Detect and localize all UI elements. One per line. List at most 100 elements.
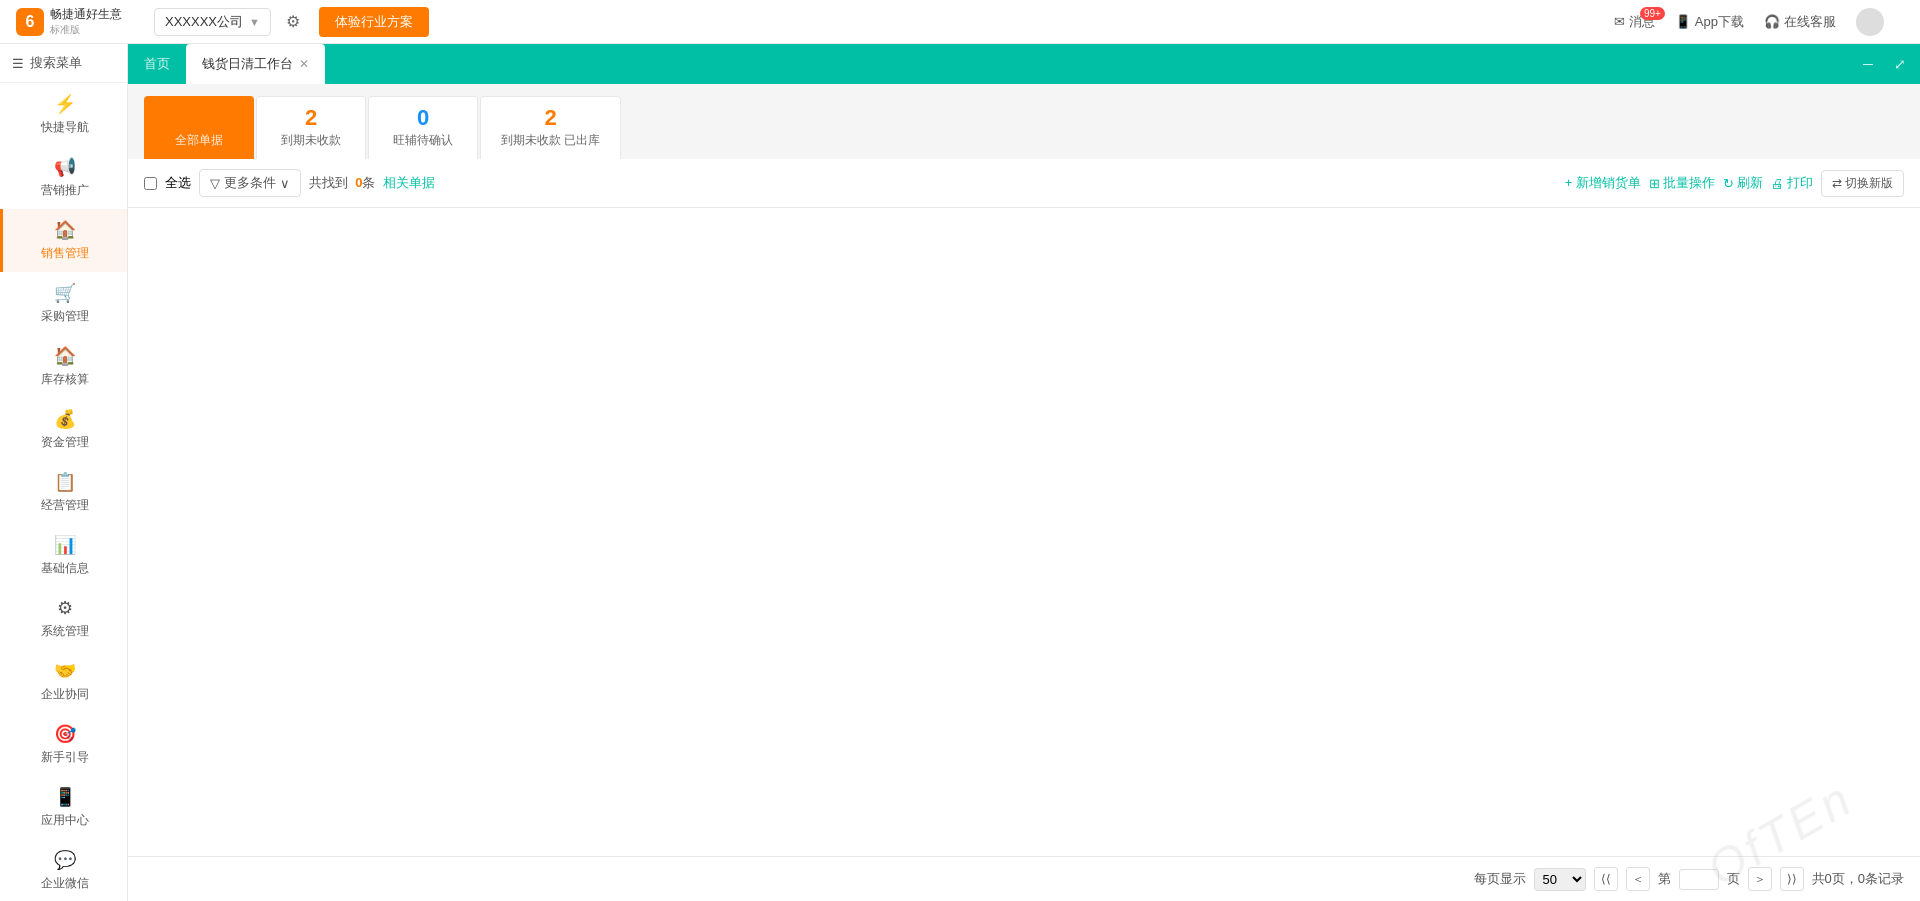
- page-size-select[interactable]: 20 50 100 200: [1534, 868, 1586, 891]
- sidebar-item-system[interactable]: ⚙ 系统管理: [0, 587, 127, 650]
- stat-overdue-out-label: 到期未收款 已出库: [501, 132, 600, 149]
- table-area: [128, 208, 1920, 856]
- sidebar-item-quick-nav[interactable]: ⚡ 快捷导航: [0, 83, 127, 146]
- sidebar-item-capital[interactable]: 💰 资金管理: [0, 398, 127, 461]
- marketing-icon: 📢: [54, 156, 76, 178]
- logo-area: 6 畅捷通好生意 标准版: [16, 7, 144, 36]
- stat-all-num: 2: [193, 107, 205, 129]
- tab-bar-actions: ─ ⤢: [1856, 52, 1920, 76]
- filter-icon: ▽: [210, 176, 220, 191]
- wechat-icon: 💬: [54, 849, 76, 871]
- select-all-checkbox[interactable]: [144, 177, 157, 190]
- found-prefix: 共找到: [309, 175, 348, 190]
- system-label: 系统管理: [41, 623, 89, 640]
- filter-arrow: ∨: [280, 176, 290, 191]
- sidebar-item-guide[interactable]: 🎯 新手引导: [0, 713, 127, 776]
- app-download-btn[interactable]: 📱 App下载: [1675, 13, 1744, 31]
- switch-version-button[interactable]: ⇄ 切换新版: [1821, 170, 1904, 197]
- company-selector[interactable]: XXXXXX公司 ▼: [154, 8, 271, 36]
- toolbar-left: 全选 ▽ 更多条件 ∨ 共找到 0条 相关单据: [144, 169, 1557, 197]
- page-label-end: 页: [1727, 870, 1740, 888]
- operations-icon: 📋: [54, 471, 76, 493]
- search-label: 搜索菜单: [30, 54, 82, 72]
- quick-nav-icon: ⚡: [54, 93, 76, 115]
- add-sales-order-button[interactable]: + 新增销货单: [1565, 174, 1641, 192]
- logo-icon: 6: [16, 8, 44, 36]
- first-page-btn[interactable]: ⟨⟨: [1594, 867, 1618, 891]
- settings-icon[interactable]: ⚙: [279, 8, 307, 36]
- stat-tab-pending[interactable]: 0 旺辅待确认: [368, 96, 478, 159]
- messages-btn[interactable]: ✉ 消息 99+: [1614, 13, 1655, 31]
- stat-pending-label: 旺辅待确认: [393, 132, 453, 149]
- print-icon: 🖨: [1771, 176, 1784, 191]
- inventory-label: 库存核算: [41, 371, 89, 388]
- sidebar-item-base-info[interactable]: 📊 基础信息: [0, 524, 127, 587]
- online-service-btn[interactable]: 🎧 在线客服: [1764, 13, 1836, 31]
- company-name: XXXXXX公司: [165, 13, 243, 31]
- sidebar-item-operations[interactable]: 📋 经营管理: [0, 461, 127, 524]
- last-page-btn[interactable]: ⟩⟩: [1780, 867, 1804, 891]
- pagination: 每页显示 20 50 100 200 ⟨⟨ ＜ 第 1 页 ＞ ⟩⟩ 共0页，0…: [128, 856, 1920, 901]
- tab-home[interactable]: 首页: [128, 44, 186, 84]
- system-icon: ⚙: [57, 597, 73, 619]
- quick-nav-label: 快捷导航: [41, 119, 89, 136]
- sales-label: 销售管理: [41, 245, 89, 262]
- online-service-icon: 🎧: [1764, 14, 1780, 29]
- inventory-icon: 🏠: [54, 345, 76, 367]
- tab-maximize-btn[interactable]: ⤢: [1888, 52, 1912, 76]
- sidebar-item-purchase[interactable]: 🛒 采购管理: [0, 272, 127, 335]
- main-content: 2 全部单据 2 到期未收款 0 旺辅待确认 2 到期未收款 已出库 全选: [128, 84, 1920, 901]
- found-unit: 条: [362, 175, 375, 190]
- prev-page-btn[interactable]: ＜: [1626, 867, 1650, 891]
- sales-icon: 🏠: [54, 219, 76, 241]
- trial-button[interactable]: 体验行业方案: [319, 7, 429, 37]
- sidebar-item-inventory[interactable]: 🏠 库存核算: [0, 335, 127, 398]
- top-header: 6 畅捷通好生意 标准版 XXXXXX公司 ▼ ⚙ 体验行业方案 ✉ 消息 99…: [0, 0, 1920, 44]
- stat-tab-all[interactable]: 2 全部单据: [144, 96, 254, 159]
- refresh-button[interactable]: ↻ 刷新: [1723, 174, 1763, 192]
- page-number-input[interactable]: 1: [1679, 869, 1719, 890]
- sidebar-search[interactable]: ☰ 搜索菜单: [0, 44, 127, 83]
- stat-overdue-num: 2: [305, 107, 317, 129]
- app-download-icon: 📱: [1675, 14, 1691, 29]
- sidebar-item-sales[interactable]: 🏠 销售管理: [0, 209, 127, 272]
- select-all-label: 全选: [165, 174, 191, 192]
- switch-icon: ⇄: [1832, 176, 1842, 190]
- logo-text: 畅捷通好生意 标准版: [50, 7, 122, 36]
- sidebar-item-enterprise[interactable]: 🤝 企业协同: [0, 650, 127, 713]
- stat-tab-overdue[interactable]: 2 到期未收款: [256, 96, 366, 159]
- capital-label: 资金管理: [41, 434, 89, 451]
- tab-minimize-btn[interactable]: ─: [1856, 52, 1880, 76]
- print-button[interactable]: 🖨 打印: [1771, 174, 1813, 192]
- purchase-label: 采购管理: [41, 308, 89, 325]
- enterprise-icon: 🤝: [54, 660, 76, 682]
- tab-cashflow[interactable]: 钱货日清工作台 ✕: [186, 44, 325, 84]
- sidebar-item-app-center[interactable]: 📱 应用中心: [0, 776, 127, 839]
- switch-label: 切换新版: [1845, 175, 1893, 192]
- app-center-label: 应用中心: [41, 812, 89, 829]
- next-page-btn[interactable]: ＞: [1748, 867, 1772, 891]
- toolbar: 全选 ▽ 更多条件 ∨ 共找到 0条 相关单据 + 新增销货单 ⊞ 批量操作: [128, 159, 1920, 208]
- guide-icon: 🎯: [54, 723, 76, 745]
- tab-close-icon[interactable]: ✕: [299, 57, 309, 71]
- sidebar-item-marketing[interactable]: 📢 营销推广: [0, 146, 127, 209]
- search-icon: ☰: [12, 56, 24, 71]
- toolbar-right: + 新增销货单 ⊞ 批量操作 ↻ 刷新 🖨 打印 ⇄ 切换新版: [1565, 170, 1904, 197]
- batch-operation-button[interactable]: ⊞ 批量操作: [1649, 174, 1715, 192]
- avatar[interactable]: [1856, 8, 1884, 36]
- filter-button[interactable]: ▽ 更多条件 ∨: [199, 169, 301, 197]
- marketing-label: 营销推广: [41, 182, 89, 199]
- logo-subtitle: 标准版: [50, 23, 122, 36]
- message-badge: 99+: [1640, 7, 1665, 20]
- tab-bar: 首页 钱货日清工作台 ✕ ─ ⤢: [128, 44, 1920, 84]
- found-text: 共找到 0条 相关单据: [309, 174, 435, 192]
- base-info-icon: 📊: [54, 534, 76, 556]
- stat-tab-overdue-out[interactable]: 2 到期未收款 已出库: [480, 96, 621, 159]
- content-area: 2 全部单据 2 到期未收款 0 旺辅待确认 2 到期未收款 已出库 全选: [128, 84, 1920, 901]
- sidebar-item-wechat[interactable]: 💬 企业微信: [0, 839, 127, 901]
- refresh-label: 刷新: [1737, 174, 1763, 192]
- stats-tabs: 2 全部单据 2 到期未收款 0 旺辅待确认 2 到期未收款 已出库: [128, 84, 1920, 159]
- related-records-link[interactable]: 相关单据: [383, 175, 435, 190]
- stat-overdue-label: 到期未收款: [281, 132, 341, 149]
- guide-label: 新手引导: [41, 749, 89, 766]
